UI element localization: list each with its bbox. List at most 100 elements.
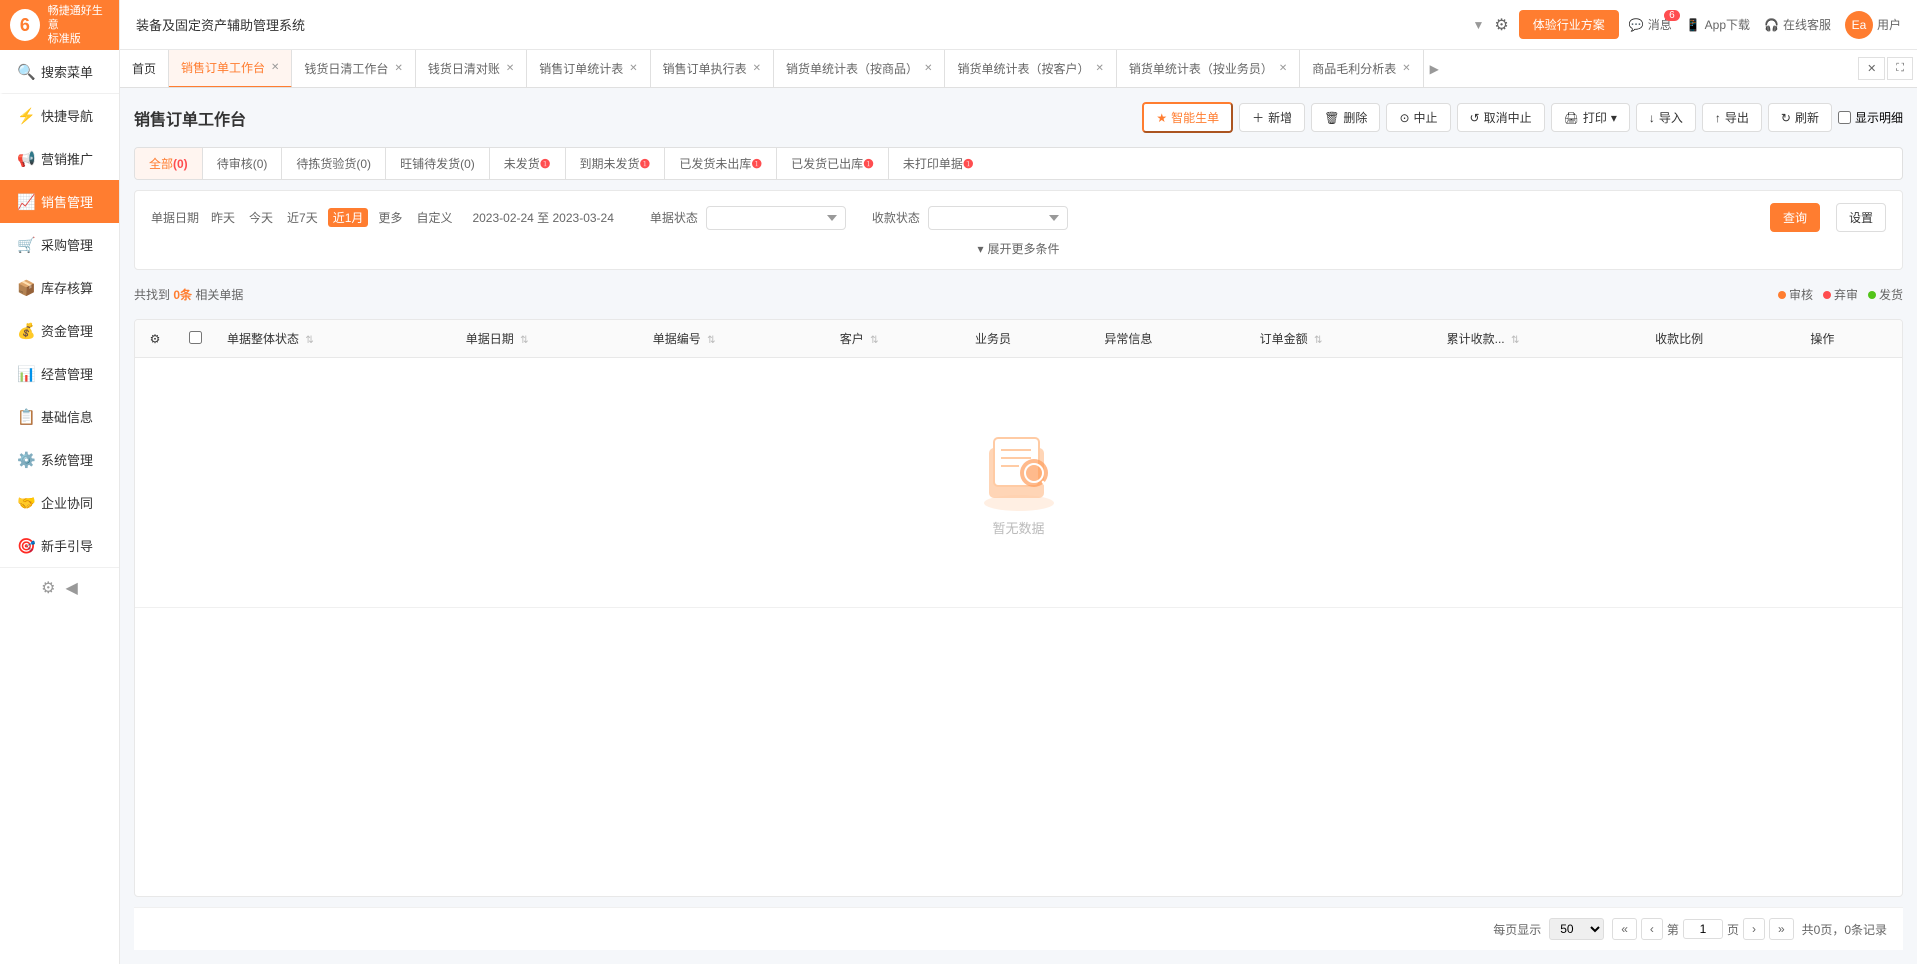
date-opt-7days[interactable]: 近7天	[283, 207, 322, 228]
first-page-button[interactable]: «	[1612, 918, 1637, 940]
tab-cash-daily[interactable]: 钱货日清工作台 ✕	[292, 50, 415, 88]
show-detail-checkbox[interactable]	[1838, 111, 1851, 124]
tab-sales-order-exec[interactable]: 销售订单执行表 ✕	[651, 50, 774, 88]
review-link[interactable]: 审核	[1778, 286, 1813, 303]
sidebar-item-marketing[interactable]: 📢 营销推广	[0, 137, 119, 180]
tab-close-icon[interactable]: ✕	[271, 62, 279, 73]
tab-close-icon[interactable]: ✕	[506, 63, 514, 74]
tab-close-icon[interactable]: ✕	[394, 63, 402, 74]
tab-close-icon[interactable]: ✕	[629, 63, 637, 74]
expand-conditions-button[interactable]: ▾ 展开更多条件	[977, 240, 1059, 257]
page-size-select[interactable]: 50 20 100	[1549, 918, 1604, 940]
status-select[interactable]	[706, 206, 846, 230]
sidebar-item-enterprise[interactable]: 🤝 企业协同	[0, 481, 119, 524]
page-number-input[interactable]	[1683, 919, 1723, 939]
page-label: 第	[1667, 921, 1679, 938]
filter-tab-all[interactable]: 全部(0)	[135, 148, 203, 179]
tab-sales-stats-product[interactable]: 销货单统计表（按商品） ✕	[774, 50, 945, 88]
delete-button[interactable]: 🗑 删除	[1311, 103, 1380, 132]
sidebar-item-operation[interactable]: 📊 经营管理	[0, 352, 119, 395]
sort-icon[interactable]: ⇅	[870, 335, 878, 346]
col-check[interactable]	[175, 320, 215, 358]
tab-close-icon[interactable]: ✕	[924, 63, 932, 74]
tab-close-icon[interactable]: ✕	[1402, 63, 1410, 74]
next-page-button[interactable]: ›	[1743, 918, 1765, 940]
dropdown-arrow-icon[interactable]: ▼	[1472, 18, 1484, 32]
tab-close-icon[interactable]: ✕	[753, 63, 761, 74]
date-opt-yesterday[interactable]: 昨天	[207, 207, 239, 228]
settings-bottom-icon[interactable]: ⚙	[41, 578, 55, 598]
tab-sales-order-workbench[interactable]: 销售订单工作台 ✕	[169, 50, 292, 88]
tab-scroll-right[interactable]: ▶	[1424, 62, 1445, 76]
query-button[interactable]: 查询	[1770, 203, 1820, 232]
sidebar-item-basic-info[interactable]: 📋 基础信息	[0, 395, 119, 438]
sidebar-item-purchase[interactable]: 🛒 采购管理	[0, 223, 119, 266]
sidebar-item-search[interactable]: 🔍 搜索菜单	[0, 50, 119, 94]
cancel-review-link[interactable]: 弃审	[1823, 286, 1858, 303]
ship-link[interactable]: 发货	[1868, 286, 1903, 303]
filter-tab-pending-check[interactable]: 待拣货验货(0)	[282, 148, 386, 179]
tab-home[interactable]: 首页	[120, 50, 169, 88]
app-download-action[interactable]: 📱 App下载	[1686, 16, 1750, 33]
date-opt-custom[interactable]: 自定义	[412, 207, 456, 228]
payment-select[interactable]	[928, 206, 1068, 230]
col-date: 单据日期 ⇅	[454, 320, 641, 358]
refresh-button[interactable]: ↻ 刷新	[1768, 103, 1832, 132]
tab-close-icon[interactable]: ✕	[1095, 63, 1103, 74]
select-all-checkbox[interactable]	[189, 331, 202, 344]
message-action[interactable]: 💬 消息 6	[1629, 16, 1672, 33]
print-button[interactable]: 🖨 打印 ▾	[1551, 103, 1630, 132]
export-button[interactable]: ↑ 导出	[1702, 103, 1762, 132]
industry-solution-button[interactable]: 体验行业方案	[1519, 10, 1619, 39]
filter-tab-overdue[interactable]: 到期未发货❶	[566, 148, 666, 179]
pagination: 每页显示 50 20 100 « ‹ 第 页 › » 共0页，0条记录	[134, 907, 1903, 950]
tab-sales-stats-employee[interactable]: 销货单统计表（按业务员） ✕	[1117, 50, 1300, 88]
collapse-icon[interactable]: ◀	[66, 578, 78, 598]
date-opt-1month[interactable]: 近1月	[328, 208, 369, 227]
filter-tab-wangpu[interactable]: 旺铺待发货(0)	[386, 148, 490, 179]
stop-button[interactable]: ⊙ 中止	[1386, 103, 1450, 132]
filter-tab-shipped-not-out[interactable]: 已发货未出库❶	[665, 148, 777, 179]
tab-controls: ✕ ⛶	[1858, 57, 1917, 80]
tab-sales-stats-customer[interactable]: 销货单统计表（按客户） ✕	[945, 50, 1116, 88]
tab-cash-reconcile[interactable]: 钱货日清对账 ✕	[416, 50, 527, 88]
date-opt-today[interactable]: 今天	[245, 207, 277, 228]
sidebar-item-sales[interactable]: 📈 销售管理	[0, 180, 119, 223]
online-service-action[interactable]: 🎧 在线客服	[1764, 16, 1831, 33]
sort-icon[interactable]: ⇅	[1511, 335, 1519, 346]
filter-tab-not-shipped[interactable]: 未发货❶	[490, 148, 566, 179]
tab-product-margin[interactable]: 商品毛利分析表 ✕	[1300, 50, 1423, 88]
show-detail-toggle[interactable]: 显示明细	[1838, 109, 1903, 126]
tab-close-icon[interactable]: ✕	[1279, 63, 1287, 74]
tab-close-all-button[interactable]: ✕	[1858, 57, 1885, 80]
prev-page-button[interactable]: ‹	[1641, 918, 1663, 940]
date-opt-more[interactable]: 更多	[374, 207, 406, 228]
total-records-info: 共0页，0条记录	[1802, 921, 1887, 938]
tab-maximize-button[interactable]: ⛶	[1887, 57, 1913, 80]
tab-sales-order-stats[interactable]: 销售订单统计表 ✕	[527, 50, 650, 88]
sort-icon[interactable]: ⇅	[707, 335, 715, 346]
user-action[interactable]: Ea 用户	[1845, 11, 1901, 39]
sidebar-item-system[interactable]: ⚙️ 系统管理	[0, 438, 119, 481]
sidebar-item-finance[interactable]: 💰 资金管理	[0, 309, 119, 352]
reset-button[interactable]: 设置	[1836, 203, 1886, 232]
cancel-stop-button[interactable]: ↺ 取消中止	[1457, 103, 1545, 132]
sort-icon[interactable]: ⇅	[520, 335, 528, 346]
ship-dot	[1868, 291, 1876, 299]
last-page-button[interactable]: »	[1769, 918, 1794, 940]
sidebar-item-quick-nav[interactable]: ⚡ 快捷导航	[0, 94, 119, 137]
filter-tab-pending-review[interactable]: 待审核(0)	[203, 148, 283, 179]
stats-bar: 共找到 0条 相关单据 审核 弃审 发货	[134, 280, 1903, 309]
sidebar-item-inventory[interactable]: 📦 库存核算	[0, 266, 119, 309]
filter-tab-not-printed[interactable]: 未打印单据❶	[889, 148, 988, 179]
add-button[interactable]: ＋ 新增	[1239, 103, 1305, 132]
filter-tab-shipped-out[interactable]: 已发货已出库❶	[777, 148, 889, 179]
col-setting[interactable]: ⚙	[135, 320, 175, 358]
page-suffix: 页	[1727, 921, 1739, 938]
smart-order-button[interactable]: ★ 智能生单	[1142, 102, 1233, 133]
topbar-gear-icon[interactable]: ⚙	[1494, 15, 1508, 35]
import-button[interactable]: ↓ 导入	[1636, 103, 1696, 132]
sidebar-item-guide[interactable]: 🎯 新手引导	[0, 524, 119, 567]
sort-icon[interactable]: ⇅	[305, 335, 313, 346]
sort-icon[interactable]: ⇅	[1314, 335, 1322, 346]
